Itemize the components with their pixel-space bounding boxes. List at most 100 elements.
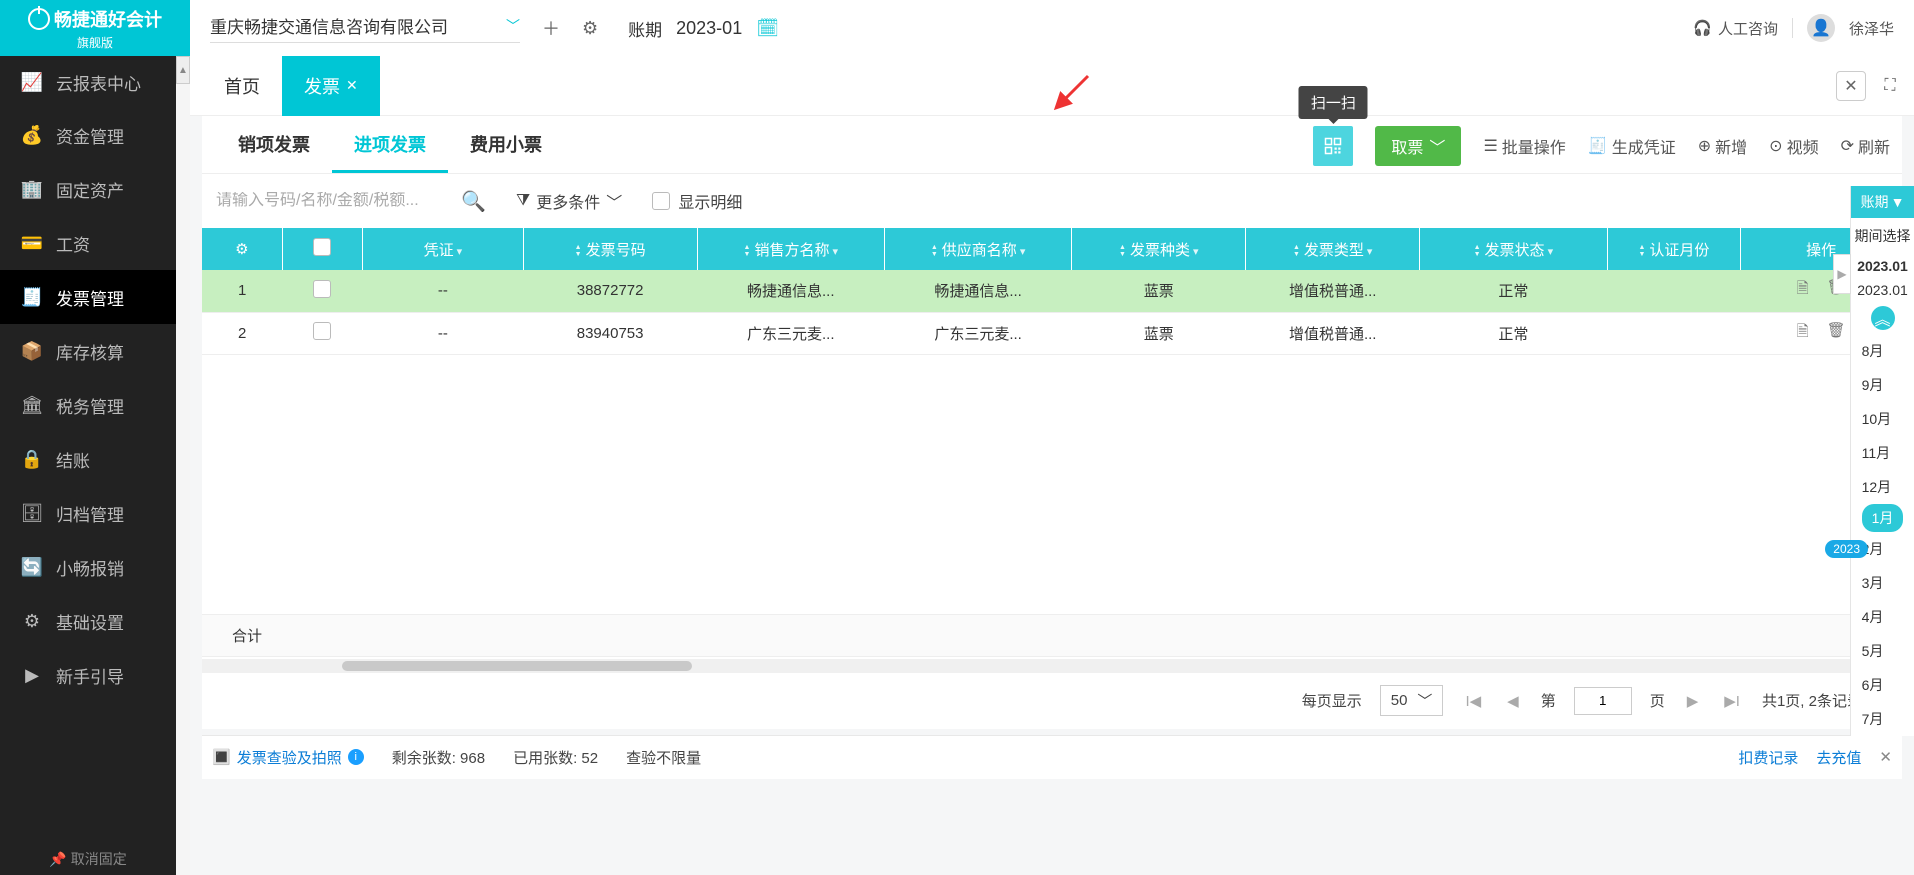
show-detail-toggle[interactable]: 显示明细 <box>652 189 742 213</box>
period-panel-toggle[interactable]: ▶ <box>1833 254 1851 294</box>
company-name: 重庆畅捷交通信息咨询有限公司 <box>210 13 448 38</box>
period-month[interactable]: 3月 <box>1862 566 1904 600</box>
close-all-button[interactable]: ✕ <box>1836 71 1866 101</box>
sidebar-item-report[interactable]: 📈云报表中心 <box>0 56 176 108</box>
refresh-button[interactable]: ⟳刷新 <box>1841 134 1890 158</box>
more-conditions-button[interactable]: ⧩更多条件﹀ <box>516 189 622 213</box>
fetch-button[interactable]: 取票﹀ <box>1375 126 1461 166</box>
add-button[interactable]: ⊕新增 <box>1698 134 1747 158</box>
sidebar-item-guide[interactable]: ▶新手引导 <box>0 648 176 702</box>
per-page-value: 50 <box>1391 692 1408 709</box>
sidebar-item-reimburse[interactable]: 🔄小畅报销 <box>0 540 176 594</box>
sidebar-item-tax[interactable]: 🏛税务管理 <box>0 378 176 432</box>
gear-icon[interactable]: ⚙ <box>582 18 598 39</box>
gen-voucher-button[interactable]: 🧾生成凭证 <box>1588 134 1676 158</box>
period-month[interactable]: 9月 <box>1862 368 1904 402</box>
view-icon[interactable]: 🗎 <box>1797 321 1809 346</box>
tab-invoice[interactable]: 发票 ✕ <box>282 56 380 116</box>
period-month[interactable]: 6月 <box>1862 668 1904 702</box>
video-button[interactable]: ⊙视频 <box>1769 134 1818 158</box>
sidebar-item-settings[interactable]: ⚙基础设置 <box>0 594 176 648</box>
period-month[interactable]: 7月 <box>1862 702 1904 736</box>
invoice-table: ⚙ 凭证▾ ▲▼发票号码 ▲▼销售方名称▾ ▲▼供应商名称▾ ▲▼发票种类▾ ▲… <box>202 228 1902 657</box>
tab-close-icon[interactable]: ✕ <box>346 77 358 94</box>
calendar-icon[interactable]: 🗓 <box>756 18 779 39</box>
sort-icon: ▲▼ <box>1638 244 1645 258</box>
sidebar-item-salary[interactable]: 💳工资 <box>0 216 176 270</box>
period-month[interactable]: 8月 <box>1862 334 1904 368</box>
delete-icon[interactable]: 🗑 <box>1827 321 1846 346</box>
period-month[interactable]: 11月 <box>1862 436 1904 470</box>
view-icon[interactable]: 🗎 <box>1797 278 1809 303</box>
scroll-up-button[interactable]: ︽ <box>1871 306 1895 330</box>
per-page-select[interactable]: 50﹀ <box>1380 685 1444 716</box>
sidebar-item-funds[interactable]: 💰资金管理 <box>0 108 176 162</box>
col-number[interactable]: ▲▼发票号码 <box>523 228 697 270</box>
deduct-record-link[interactable]: 扣费记录 <box>1738 747 1798 768</box>
horizontal-scrollbar[interactable] <box>202 659 1902 673</box>
per-page-label: 每页显示 <box>1302 690 1362 711</box>
row-checkbox[interactable] <box>282 312 362 354</box>
show-detail-label: 显示明细 <box>678 189 742 213</box>
period-month[interactable]: 4月 <box>1862 600 1904 634</box>
sidebar-item-invoice[interactable]: 🧾发票管理 <box>0 270 176 324</box>
subtab-sales[interactable]: 销项发票 <box>216 117 332 173</box>
row-checkbox[interactable] <box>282 270 362 312</box>
col-supplier[interactable]: ▲▼供应商名称▾ <box>884 228 1071 270</box>
col-voucher[interactable]: 凭证▾ <box>363 228 524 270</box>
avatar[interactable]: 👤 <box>1807 14 1835 42</box>
next-page-button[interactable]: ▶ <box>1683 692 1703 710</box>
invoice-icon: 🧾 <box>22 287 42 307</box>
support-link[interactable]: 🎧 人工咨询 <box>1693 18 1778 39</box>
batch-button[interactable]: ☰批量操作 <box>1483 134 1565 158</box>
sidebar-unpin[interactable]: 📌取消固定 <box>0 849 176 869</box>
sidebar-label: 结账 <box>56 447 90 472</box>
sidebar-scroll-hint[interactable]: ▲ <box>176 56 190 84</box>
add-icon[interactable]: ＋ <box>542 15 560 41</box>
unpin-label: 取消固定 <box>71 849 127 869</box>
verify-link[interactable]: 🔳发票查验及拍照i <box>212 747 364 768</box>
scrollbar-thumb[interactable] <box>342 661 692 671</box>
tab-home[interactable]: 首页 <box>202 56 282 116</box>
col-status[interactable]: ▲▼发票状态▾ <box>1420 228 1607 270</box>
first-page-button[interactable]: I◀ <box>1461 692 1485 710</box>
col-type[interactable]: ▲▼发票类型▾ <box>1246 228 1420 270</box>
period-year[interactable]: 2023.01 <box>1857 254 1908 278</box>
col-seller[interactable]: ▲▼销售方名称▾ <box>697 228 884 270</box>
search-input[interactable] <box>216 192 451 210</box>
table-row[interactable]: 1--38872772畅捷通信息...畅捷通信息...蓝票增值税普通...正常🗎… <box>202 270 1902 312</box>
sidebar-item-assets[interactable]: 🏢固定资产 <box>0 162 176 216</box>
search-icon[interactable]: 🔍 <box>461 189 486 214</box>
add-label: 新增 <box>1715 134 1747 158</box>
period-header-button[interactable]: 账期 ▼ <box>1851 186 1914 218</box>
sidebar-item-close[interactable]: 🔒结账 <box>0 432 176 486</box>
period-month[interactable]: 10月 <box>1862 402 1904 436</box>
scan-qr-button[interactable]: 扫一扫 <box>1313 126 1353 166</box>
row-seller: 广东三元麦... <box>697 312 884 354</box>
period-month[interactable]: 1月 <box>1862 504 1904 532</box>
box-icon: 📦 <box>22 341 42 361</box>
col-kind[interactable]: ▲▼发票种类▾ <box>1072 228 1246 270</box>
col-checkbox[interactable] <box>282 228 362 270</box>
close-icon[interactable]: ✕ <box>1879 748 1892 766</box>
user-name: 徐泽华 <box>1849 18 1894 39</box>
sidebar-item-inventory[interactable]: 📦库存核算 <box>0 324 176 378</box>
company-selector[interactable]: 重庆畅捷交通信息咨询有限公司 ﹀ <box>210 13 520 43</box>
col-settings[interactable]: ⚙ <box>202 228 282 270</box>
table-body: 1--38872772畅捷通信息...畅捷通信息...蓝票增值税普通...正常🗎… <box>202 270 1902 354</box>
col-month[interactable]: ▲▼认证月份 <box>1607 228 1741 270</box>
recharge-link[interactable]: 去充值 <box>1816 747 1861 768</box>
play-circle-icon: ⊙ <box>1769 136 1782 156</box>
period-year[interactable]: 2023.01 <box>1857 278 1908 302</box>
subtab-expense[interactable]: 费用小票 <box>448 117 564 173</box>
sidebar: ▲ 📈云报表中心 💰资金管理 🏢固定资产 💳工资 🧾发票管理 📦库存核算 🏛税务… <box>0 56 176 875</box>
sidebar-item-archive[interactable]: 🗄归档管理 <box>0 486 176 540</box>
table-row[interactable]: 2--83940753广东三元麦...广东三元麦...蓝票增值税普通...正常🗎… <box>202 312 1902 354</box>
fullscreen-button[interactable]: ⛶ <box>1874 70 1906 102</box>
prev-page-button[interactable]: ◀ <box>1503 692 1523 710</box>
period-month[interactable]: 5月 <box>1862 634 1904 668</box>
period-month[interactable]: 12月 <box>1862 470 1904 504</box>
last-page-button[interactable]: ▶I <box>1720 692 1744 710</box>
page-input[interactable] <box>1574 687 1632 715</box>
subtab-purchase[interactable]: 进项发票 <box>332 117 448 173</box>
